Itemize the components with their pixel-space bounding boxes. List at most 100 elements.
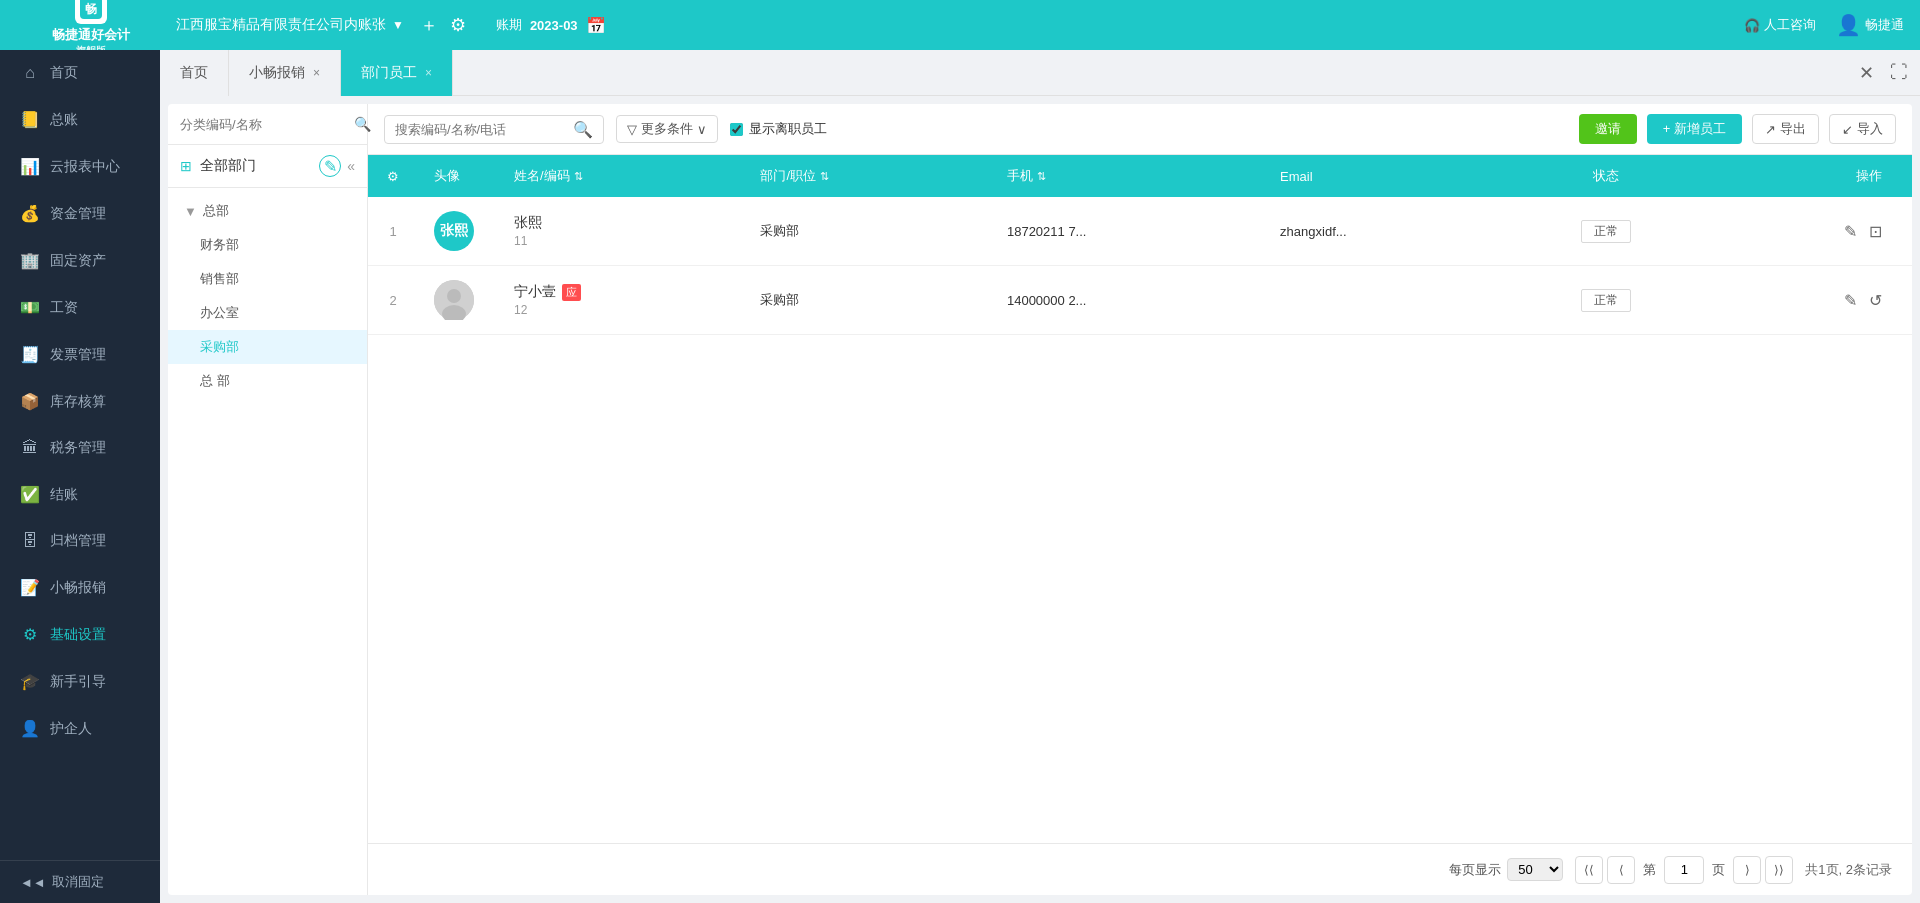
reports-icon: 📊	[20, 157, 40, 176]
refresh-icon-2[interactable]: ↺	[1869, 291, 1882, 310]
tab-expense-close[interactable]: ×	[313, 66, 320, 80]
edit-icon-1[interactable]: ✎	[1844, 222, 1857, 241]
table-toolbar: 🔍 ▽ 更多条件 ∨ 显示离职员工 邀请 + 新增员工	[368, 104, 1912, 155]
page-prefix: 第	[1643, 861, 1656, 879]
sidebar-label-ledger: 总账	[50, 111, 78, 129]
employee-search-input[interactable]	[395, 122, 567, 137]
table-body: 1 张熙 张熙 11 采购部	[368, 197, 1912, 335]
sidebar-item-home[interactable]: ⌂ 首页	[0, 50, 160, 96]
show-resigned-checkbox[interactable]	[730, 123, 743, 136]
next-page-button[interactable]: ⟩	[1733, 856, 1761, 884]
table-row: 1 张熙 张熙 11 采购部	[368, 197, 1912, 266]
tab-department[interactable]: 部门员工 ×	[341, 50, 453, 96]
dept-root-label: 总部	[203, 202, 229, 220]
period-label: 账期	[496, 16, 522, 34]
app-title: 畅捷通好会计	[52, 26, 130, 44]
page-size-dropdown[interactable]: 50 10 20 100	[1507, 858, 1563, 881]
sidebar-label-funds: 资金管理	[50, 205, 106, 223]
company-dropdown-icon[interactable]: ▼	[392, 18, 404, 32]
user-area[interactable]: 👤 畅捷通	[1836, 13, 1904, 37]
filter-button[interactable]: ▽ 更多条件 ∨	[616, 115, 718, 143]
sidebar-item-closing[interactable]: ✅ 结账	[0, 471, 160, 518]
dept-item-general[interactable]: 总 部	[168, 364, 367, 398]
page-number-input[interactable]	[1664, 856, 1704, 884]
col-mobile[interactable]: 手机⇅	[991, 155, 1264, 197]
invite-button[interactable]: 邀请	[1579, 114, 1637, 144]
prev-page-button[interactable]: ⟨	[1607, 856, 1635, 884]
col-email: Email	[1264, 155, 1505, 197]
name-badge-2: 宁小壹 应	[514, 283, 728, 301]
top-header: 畅 畅捷通好会计 旗舰版 江西服宝精品有限责任公司内账张 ▼ ＋ ⚙ 账期 20…	[0, 0, 1920, 50]
sidebar-label-guide: 新手引导	[50, 673, 106, 691]
tab-department-close[interactable]: ×	[425, 66, 432, 80]
sidebar-label-archive: 归档管理	[50, 532, 106, 550]
dept-item-office[interactable]: 办公室	[168, 296, 367, 330]
col-name-code[interactable]: 姓名/编码⇅	[498, 155, 744, 197]
dept-item-sales[interactable]: 销售部	[168, 262, 367, 296]
tab-department-label: 部门员工	[361, 64, 417, 82]
sidebar-item-more[interactable]: 👤 护企人	[0, 705, 160, 752]
sidebar-item-funds[interactable]: 💰 资金管理	[0, 190, 160, 237]
dept-collapse-icon[interactable]: «	[347, 158, 355, 174]
status-badge-2: 正常	[1581, 289, 1631, 312]
emp-badge-2: 应	[562, 284, 581, 301]
maximize-window-icon[interactable]: ⛶	[1890, 62, 1908, 83]
dept-search: 🔍	[168, 104, 367, 145]
sidebar-item-expense[interactable]: 📝 小畅报销	[0, 564, 160, 611]
dept-header: ⊞ 全部部门 ✎ «	[168, 145, 367, 188]
sidebar-item-settings[interactable]: ⚙ 基础设置	[0, 611, 160, 658]
edit-icon-2[interactable]: ✎	[1844, 291, 1857, 310]
sidebar-item-invoice[interactable]: 🧾 发票管理	[0, 331, 160, 378]
first-page-button[interactable]: ⟨⟨	[1575, 856, 1603, 884]
add-employee-button[interactable]: + 新增员工	[1647, 114, 1742, 144]
dept-item-purchase[interactable]: 采购部	[168, 330, 367, 364]
sidebar: ⌂ 首页 📒 总账 📊 云报表中心 💰 资金管理 🏢 固定资产 💵 工资 🧾 发…	[0, 50, 160, 903]
dept-search-input[interactable]	[180, 117, 348, 132]
logo-icon: 畅	[75, 0, 107, 24]
sidebar-item-reports[interactable]: 📊 云报表中心	[0, 143, 160, 190]
tab-home-label: 首页	[180, 64, 208, 82]
home-icon: ⌂	[20, 64, 40, 82]
last-page-button[interactable]: ⟩⟩	[1765, 856, 1793, 884]
import-button[interactable]: ↙ 导入	[1829, 114, 1896, 144]
col-status: 状态	[1505, 155, 1706, 197]
sidebar-item-guide[interactable]: 🎓 新手引导	[0, 658, 160, 705]
inventory-icon: 📦	[20, 392, 40, 411]
dept-tree: ▼ 总部 财务部 销售部 办公室 采购部 总 部	[168, 188, 367, 895]
tab-expense[interactable]: 小畅报销 ×	[229, 50, 341, 96]
settings-button[interactable]: ⚙	[450, 14, 466, 36]
employee-search-icon[interactable]: 🔍	[573, 120, 593, 139]
sidebar-item-ledger[interactable]: 📒 总账	[0, 96, 160, 143]
row-2-name-code: 宁小壹 应 12	[498, 266, 744, 335]
dept-item-finance[interactable]: 财务部	[168, 228, 367, 262]
page-nav: ⟨⟨ ⟨ 第 页 ⟩ ⟩⟩	[1575, 856, 1793, 884]
col-settings[interactable]: ⚙	[368, 155, 418, 197]
sidebar-label-assets: 固定资产	[50, 252, 106, 270]
sidebar-item-inventory[interactable]: 📦 库存核算	[0, 378, 160, 425]
sidebar-item-salary[interactable]: 💵 工资	[0, 284, 160, 331]
add-button[interactable]: ＋	[420, 13, 438, 37]
cancel-pin-button[interactable]: ◄◄ 取消固定	[0, 860, 160, 903]
export-button[interactable]: ↗ 导出	[1752, 114, 1819, 144]
sidebar-label-reports: 云报表中心	[50, 158, 120, 176]
dept-edit-icon[interactable]: ✎	[319, 155, 341, 177]
tab-home[interactable]: 首页	[160, 50, 229, 96]
content-area: 首页 小畅报销 × 部门员工 × ✕ ⛶ 🔍	[160, 50, 1920, 903]
sidebar-item-archive[interactable]: 🗄 归档管理	[0, 518, 160, 564]
calendar-icon[interactable]: 📅	[586, 16, 606, 35]
ai-service-button[interactable]: 🎧 人工咨询	[1744, 16, 1816, 34]
svg-text:畅: 畅	[85, 2, 97, 16]
employee-table: ⚙ 头像 姓名/编码⇅ 部门/职位⇅ 手机⇅	[368, 155, 1912, 335]
import-label: 导入	[1857, 120, 1883, 138]
logout-icon-1[interactable]: ⊡	[1869, 222, 1882, 241]
sidebar-item-tax[interactable]: 🏛 税务管理	[0, 425, 160, 471]
tax-icon: 🏛	[20, 439, 40, 457]
filter-icon: ▽	[627, 122, 637, 137]
col-dept[interactable]: 部门/职位⇅	[744, 155, 990, 197]
close-window-icon[interactable]: ✕	[1859, 62, 1874, 84]
pin-icon: ◄◄	[20, 875, 46, 890]
company-selector[interactable]: 江西服宝精品有限责任公司内账张 ▼	[176, 16, 404, 34]
company-name: 江西服宝精品有限责任公司内账张	[176, 16, 386, 34]
table-area: 🔍 ▽ 更多条件 ∨ 显示离职员工 邀请 + 新增员工	[368, 104, 1912, 895]
sidebar-item-assets[interactable]: 🏢 固定资产	[0, 237, 160, 284]
